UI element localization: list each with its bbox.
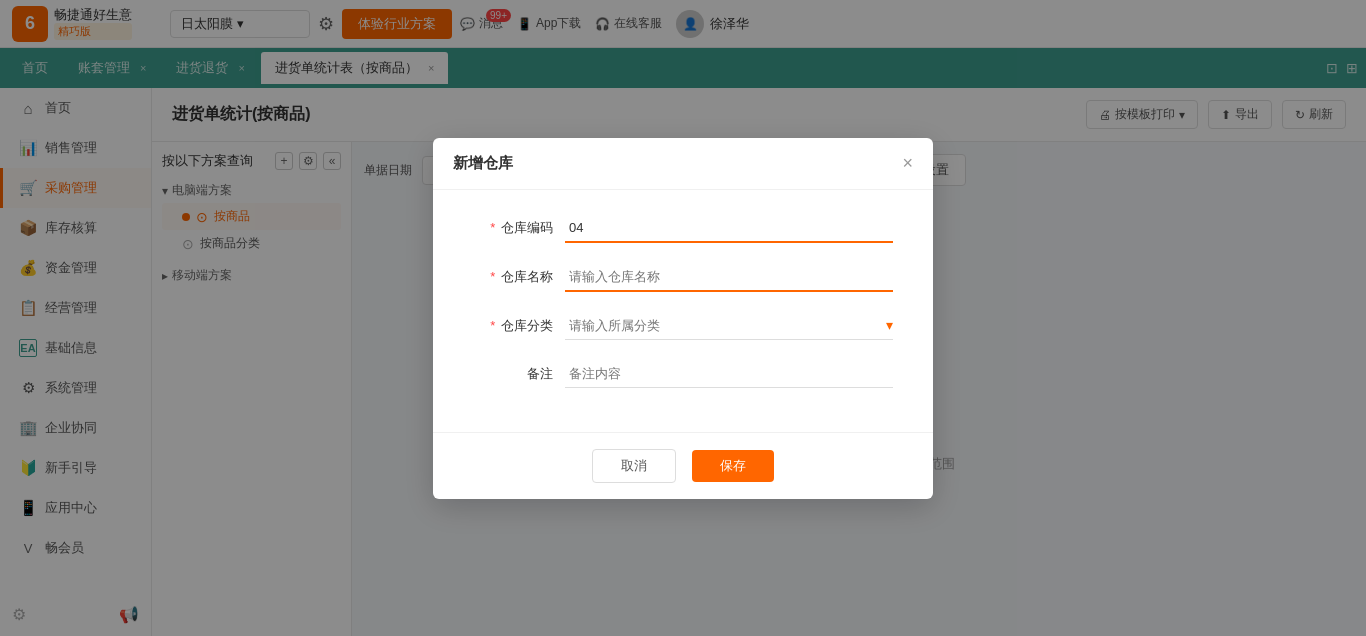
category-select-input[interactable]: [565, 312, 886, 339]
new-warehouse-modal: 新增仓库 × * 仓库编码 * 仓库名称: [433, 138, 933, 499]
category-label: * 仓库分类: [473, 317, 553, 335]
form-row-note: 备注: [473, 360, 893, 388]
required-star-code: *: [490, 220, 495, 235]
modal-footer: 取消 保存: [433, 432, 933, 499]
form-row-code: * 仓库编码: [473, 214, 893, 243]
code-label: * 仓库编码: [473, 219, 553, 237]
category-dropdown-icon[interactable]: ▾: [886, 317, 893, 333]
form-row-name: * 仓库名称: [473, 263, 893, 292]
modal-body: * 仓库编码 * 仓库名称 * 仓库分类: [433, 190, 933, 432]
name-input[interactable]: [565, 263, 893, 292]
required-star-name: *: [490, 269, 495, 284]
cancel-button[interactable]: 取消: [592, 449, 676, 483]
form-row-category: * 仓库分类 ▾: [473, 312, 893, 340]
name-label: * 仓库名称: [473, 268, 553, 286]
modal-overlay[interactable]: 新增仓库 × * 仓库编码 * 仓库名称: [0, 0, 1366, 636]
required-star-cat: *: [490, 318, 495, 333]
code-input[interactable]: [565, 214, 893, 243]
modal-close-button[interactable]: ×: [902, 154, 913, 172]
note-input[interactable]: [565, 360, 893, 388]
note-label: 备注: [473, 365, 553, 383]
modal-title: 新增仓库: [453, 154, 513, 173]
save-button[interactable]: 保存: [692, 450, 774, 482]
modal-header: 新增仓库 ×: [433, 138, 933, 190]
category-select-wrapper: ▾: [565, 312, 893, 340]
